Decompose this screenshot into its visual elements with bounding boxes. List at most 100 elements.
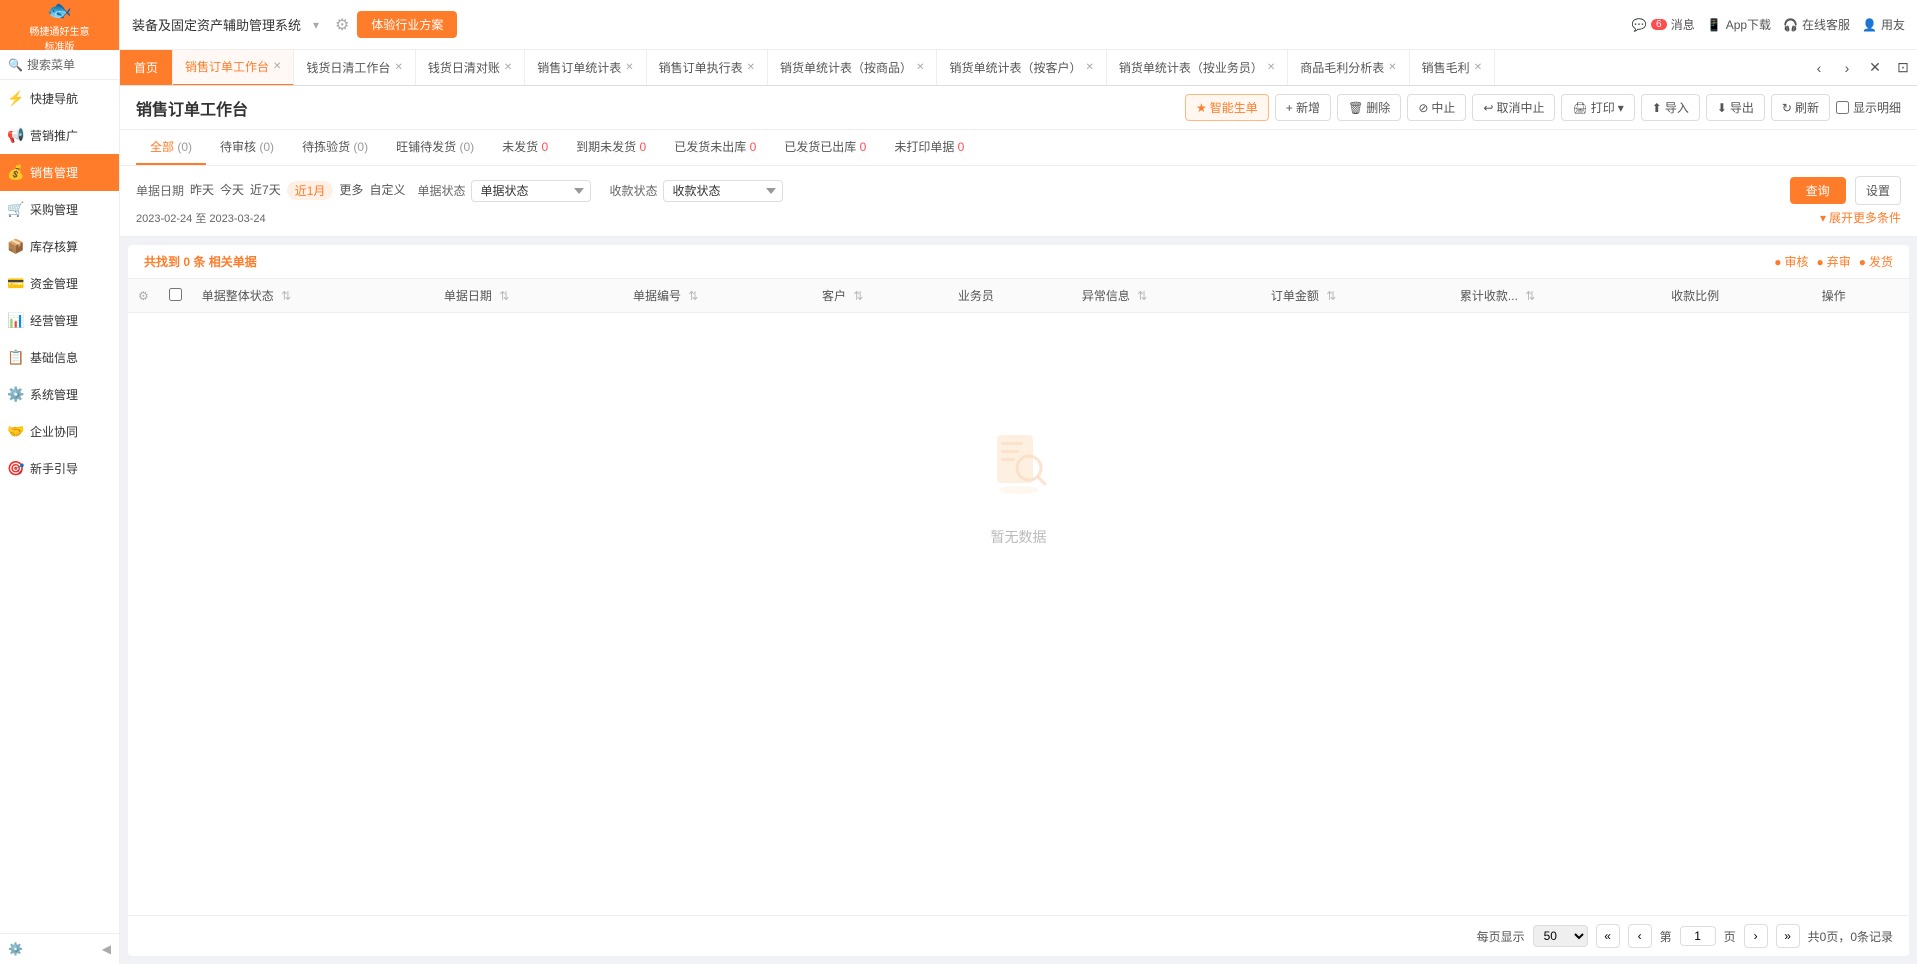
query-btn[interactable]: 查询: [1790, 177, 1846, 204]
page-first-btn[interactable]: «: [1596, 924, 1620, 948]
user-btn[interactable]: 👤 用友: [1862, 16, 1905, 33]
tab-sales-summary-customer-close[interactable]: ✕: [1085, 62, 1093, 73]
industry-btn[interactable]: 体验行业方案: [357, 11, 457, 38]
review-btn[interactable]: ● 审核: [1774, 253, 1808, 270]
sidebar-item-basic-info[interactable]: 📋 基础信息: [0, 339, 119, 376]
sort-exception-icon[interactable]: ⇅: [1137, 289, 1147, 303]
sort-date-icon[interactable]: ⇅: [499, 289, 509, 303]
tab-sales-stats-close[interactable]: ✕: [625, 62, 633, 73]
cancel-suspend-btn[interactable]: ↩ 取消中止: [1472, 94, 1555, 121]
table-scroll[interactable]: ⚙ 单据整体状态 ⇅ 单据日期 ⇅: [128, 279, 1909, 915]
date-7days[interactable]: 近7天: [250, 181, 281, 200]
sidebar-collapse-icon[interactable]: ◀: [102, 942, 111, 956]
cancel-review-btn[interactable]: ● 弃审: [1816, 253, 1850, 270]
import-btn[interactable]: ⬆ 导入: [1641, 94, 1700, 121]
sub-tab-all[interactable]: 全部 (0): [136, 130, 206, 165]
sidebar-item-guide[interactable]: 🎯 新手引导: [0, 450, 119, 487]
sub-tab-wangpu[interactable]: 旺铺待发货 (0): [382, 130, 488, 165]
sidebar-item-finance[interactable]: 💳 资金管理: [0, 265, 119, 302]
tabs-prev-btn[interactable]: ‹: [1805, 54, 1833, 82]
sidebar-item-marketing[interactable]: 📢 营销推广: [0, 117, 119, 154]
tab-cash-daily[interactable]: 钱货日清工作台 ✕: [294, 50, 415, 86]
message-btn[interactable]: 💬 6 消息: [1632, 16, 1695, 33]
sidebar-item-cooperation[interactable]: 🤝 企业协同: [0, 413, 119, 450]
tab-product-margin[interactable]: 商品毛利分析表 ✕: [1288, 50, 1409, 86]
smart-create-btn[interactable]: ★ 智能生单: [1185, 94, 1269, 121]
ship-btn[interactable]: ● 发货: [1859, 253, 1893, 270]
sort-customer-icon[interactable]: ⇅: [853, 289, 863, 303]
payment-select[interactable]: 收款状态: [663, 180, 783, 202]
tab-sales-workbench-close[interactable]: ✕: [273, 61, 281, 72]
tab-cash-reconcile-close[interactable]: ✕: [504, 62, 512, 73]
col-settings-icon[interactable]: ⚙: [138, 289, 149, 303]
date-1month[interactable]: 近1月: [287, 181, 334, 200]
show-detail-checkbox[interactable]: [1836, 101, 1849, 114]
table-header: ⚙ 单据整体状态 ⇅ 单据日期 ⇅: [128, 279, 1909, 313]
topbar-settings-icon[interactable]: ⚙: [335, 15, 349, 35]
tab-sales-summary-product[interactable]: 销货单统计表（按商品） ✕: [768, 50, 937, 86]
sidebar-item-system[interactable]: ⚙️ 系统管理: [0, 376, 119, 413]
add-btn[interactable]: + 新增: [1275, 94, 1331, 121]
expand-filter-btn[interactable]: ▾ 展开更多条件: [1820, 209, 1901, 226]
col-number: 单据编号 ⇅: [623, 279, 812, 313]
page-last-btn[interactable]: »: [1776, 924, 1800, 948]
export-btn[interactable]: ⬇ 导出: [1706, 94, 1765, 121]
tab-sales-summary-staff[interactable]: 销货单统计表（按业务员） ✕: [1107, 50, 1288, 86]
refresh-btn[interactable]: ↻ 刷新: [1771, 94, 1830, 121]
sub-tab-shipped-not-out[interactable]: 已发货未出库 0: [660, 130, 770, 165]
tabs-next-btn[interactable]: ›: [1833, 54, 1861, 82]
page-prev-btn[interactable]: ‹: [1628, 924, 1652, 948]
sort-status-icon[interactable]: ⇅: [281, 289, 291, 303]
tab-sales-exec-close[interactable]: ✕: [747, 62, 755, 73]
print-dropdown-icon: ▾: [1618, 101, 1624, 115]
sidebar-settings-icon[interactable]: ⚙️: [8, 942, 23, 956]
tab-product-margin-close[interactable]: ✕: [1388, 62, 1396, 73]
online-service-btn[interactable]: 🎧 在线客服: [1783, 16, 1850, 33]
date-custom[interactable]: 自定义: [369, 181, 405, 200]
print-btn[interactable]: 🖨 打印 ▾: [1561, 94, 1634, 121]
status-select[interactable]: 单据状态: [471, 180, 591, 202]
sort-amount-icon[interactable]: ⇅: [1326, 289, 1336, 303]
delete-btn[interactable]: 🗑 删除: [1337, 94, 1401, 121]
tab-sales-exec[interactable]: 销售订单执行表 ✕: [647, 50, 768, 86]
show-detail-checkbox-label[interactable]: 显示明细: [1836, 99, 1901, 116]
sub-tab-not-shipped[interactable]: 未发货 0: [488, 130, 562, 165]
tab-sales-summary-product-close[interactable]: ✕: [916, 62, 924, 73]
tabs-expand-btn[interactable]: ⊡: [1889, 54, 1917, 82]
empty-illustration: [979, 420, 1059, 515]
date-yesterday[interactable]: 昨天: [190, 181, 214, 200]
sidebar-item-purchase[interactable]: 🛒 采购管理: [0, 191, 119, 228]
tab-sales-stats[interactable]: 销售订单统计表 ✕: [525, 50, 646, 86]
tab-sales-summary-staff-close[interactable]: ✕: [1267, 62, 1275, 73]
date-today[interactable]: 今天: [220, 181, 244, 200]
suspend-btn[interactable]: ⊘ 中止: [1407, 94, 1466, 121]
date-more[interactable]: 更多: [339, 181, 363, 200]
tabs-close-all-btn[interactable]: ✕: [1861, 54, 1889, 82]
sidebar-item-inventory[interactable]: 📦 库存核算: [0, 228, 119, 265]
sidebar-item-sales[interactable]: 💰 销售管理: [0, 154, 119, 191]
sort-received-icon[interactable]: ⇅: [1525, 289, 1535, 303]
tab-sales-workbench[interactable]: 销售订单工作台 ✕: [173, 50, 294, 86]
select-all-checkbox[interactable]: [169, 288, 182, 301]
sub-tab-pending-inspect[interactable]: 待拣验货 (0): [288, 130, 382, 165]
page-input[interactable]: [1680, 926, 1716, 946]
tab-sales-summary-customer[interactable]: 销货单统计表（按客户） ✕: [937, 50, 1106, 86]
sidebar-item-search[interactable]: 🔍 搜索菜单: [0, 50, 119, 80]
sub-tab-expired[interactable]: 到期未发货 0: [562, 130, 660, 165]
sub-tab-not-printed[interactable]: 未打印单据 0: [880, 130, 978, 165]
sidebar-item-operations[interactable]: 📊 经营管理: [0, 302, 119, 339]
tab-sales-profit-close[interactable]: ✕: [1474, 62, 1482, 73]
sort-number-icon[interactable]: ⇅: [688, 289, 698, 303]
tab-cash-reconcile[interactable]: 钱货日清对账 ✕: [416, 50, 525, 86]
page-next-btn[interactable]: ›: [1744, 924, 1768, 948]
tab-cash-daily-close[interactable]: ✕: [394, 62, 402, 73]
tab-sales-profit[interactable]: 销售毛利 ✕: [1410, 50, 1495, 86]
sidebar-item-quick-nav[interactable]: ⚡ 快捷导航: [0, 80, 119, 117]
tab-home[interactable]: 首页: [120, 50, 173, 86]
filter-settings-btn[interactable]: 设置: [1855, 176, 1901, 205]
topbar-dropdown-icon[interactable]: ▾: [313, 18, 319, 32]
app-download-btn[interactable]: 📱 App下载: [1707, 16, 1771, 33]
sub-tab-shipped-out[interactable]: 已发货已出库 0: [770, 130, 880, 165]
per-page-select[interactable]: 50 20 100: [1533, 925, 1588, 947]
sub-tab-pending[interactable]: 待审核 (0): [206, 130, 288, 165]
